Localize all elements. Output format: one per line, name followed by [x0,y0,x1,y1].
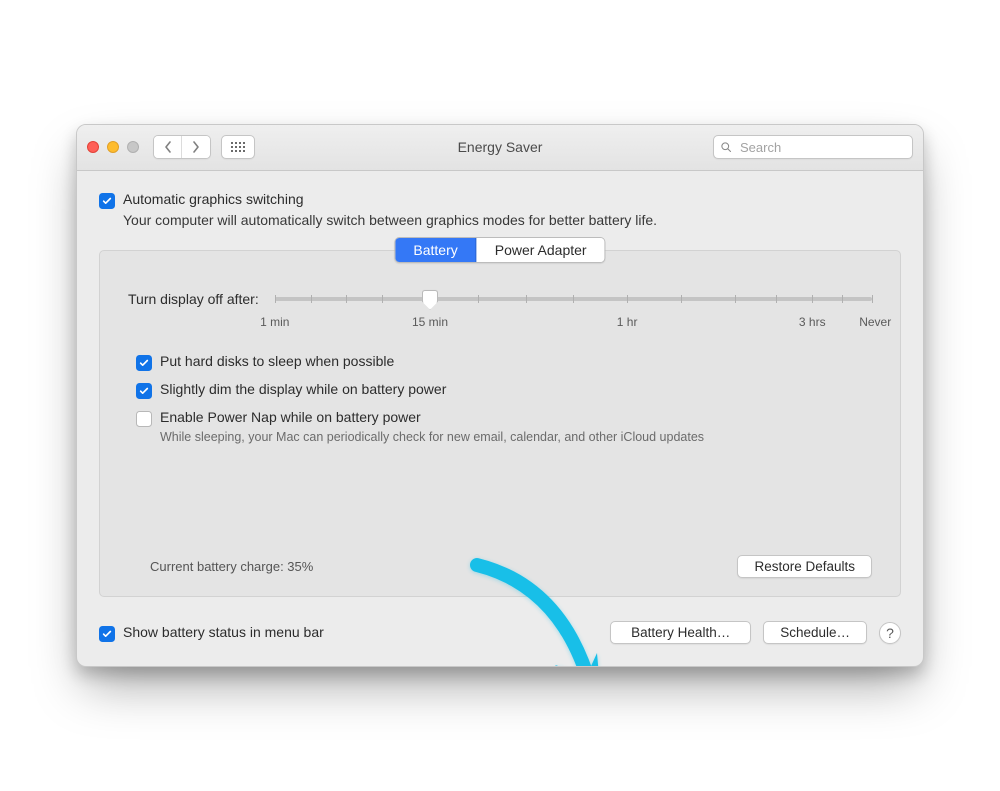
content: Automatic graphics switching Your comput… [77,171,923,667]
prefs-window: Energy Saver Automatic graphics switchin… [76,124,924,668]
display-off-slider[interactable]: 1 min 15 min 1 hr 3 hrs Never [275,291,872,335]
help-button[interactable]: ? [879,622,901,644]
tab-power-adapter[interactable]: Power Adapter [477,238,605,262]
slider-section: Turn display off after: [100,251,900,343]
auto-graphics-row: Automatic graphics switching [99,191,901,209]
display-off-label: Turn display off after: [128,291,259,307]
menu-bar-label: Show battery status in menu bar [123,624,324,640]
dim-display-checkbox[interactable] [136,383,152,399]
zoom-button[interactable] [127,141,139,153]
power-nap-checkbox[interactable] [136,411,152,427]
battery-charge-label: Current battery charge: 35% [150,559,313,574]
settings-panel: Battery Power Adapter Turn display off a… [99,250,901,598]
auto-graphics-desc: Your computer will automatically switch … [123,212,901,228]
search-icon [720,141,732,153]
menu-bar-checkbox[interactable] [99,626,115,642]
panel-options: Put hard disks to sleep when possible Sl… [100,343,900,446]
auto-graphics-checkbox[interactable] [99,193,115,209]
back-button[interactable] [154,136,182,158]
search-input[interactable] [713,135,913,159]
dim-display-row: Slightly dim the display while on batter… [136,381,872,399]
close-button[interactable] [87,141,99,153]
bottom-row: Show battery status in menu bar Battery … [99,621,901,644]
chevron-left-icon [164,141,172,153]
slider-ticks: 1 min 15 min 1 hr 3 hrs Never [275,315,872,335]
traffic-lights [87,141,139,153]
slider-thumb[interactable] [422,290,438,310]
hard-disks-label: Put hard disks to sleep when possible [160,353,394,369]
hard-disks-checkbox[interactable] [136,355,152,371]
tab-battery[interactable]: Battery [395,238,476,262]
schedule-button[interactable]: Schedule… [763,621,867,644]
minimize-button[interactable] [107,141,119,153]
forward-button[interactable] [182,136,210,158]
battery-health-button[interactable]: Battery Health… [610,621,751,644]
show-all-button[interactable] [221,135,255,159]
nav-group [153,135,211,159]
hard-disks-row: Put hard disks to sleep when possible [136,353,872,371]
checkmark-icon [102,196,112,206]
power-nap-row: Enable Power Nap while on battery power [136,409,872,427]
chevron-right-icon [192,141,200,153]
panel-footer: Current battery charge: 35% Restore Defa… [100,445,900,578]
power-nap-label: Enable Power Nap while on battery power [160,409,421,425]
menu-bar-row: Show battery status in menu bar [99,624,324,642]
auto-graphics-label: Automatic graphics switching [123,191,304,207]
checkmark-icon [139,386,149,396]
power-nap-help: While sleeping, your Mac can periodicall… [160,429,720,446]
restore-defaults-button[interactable]: Restore Defaults [737,555,872,578]
power-source-tabs: Battery Power Adapter [394,237,605,263]
titlebar: Energy Saver [77,125,923,171]
dim-display-label: Slightly dim the display while on batter… [160,381,446,397]
checkmark-icon [139,358,149,368]
checkmark-icon [102,629,112,639]
search-wrap [713,135,913,159]
grid-icon [231,142,246,153]
window-title: Energy Saver [458,139,543,155]
